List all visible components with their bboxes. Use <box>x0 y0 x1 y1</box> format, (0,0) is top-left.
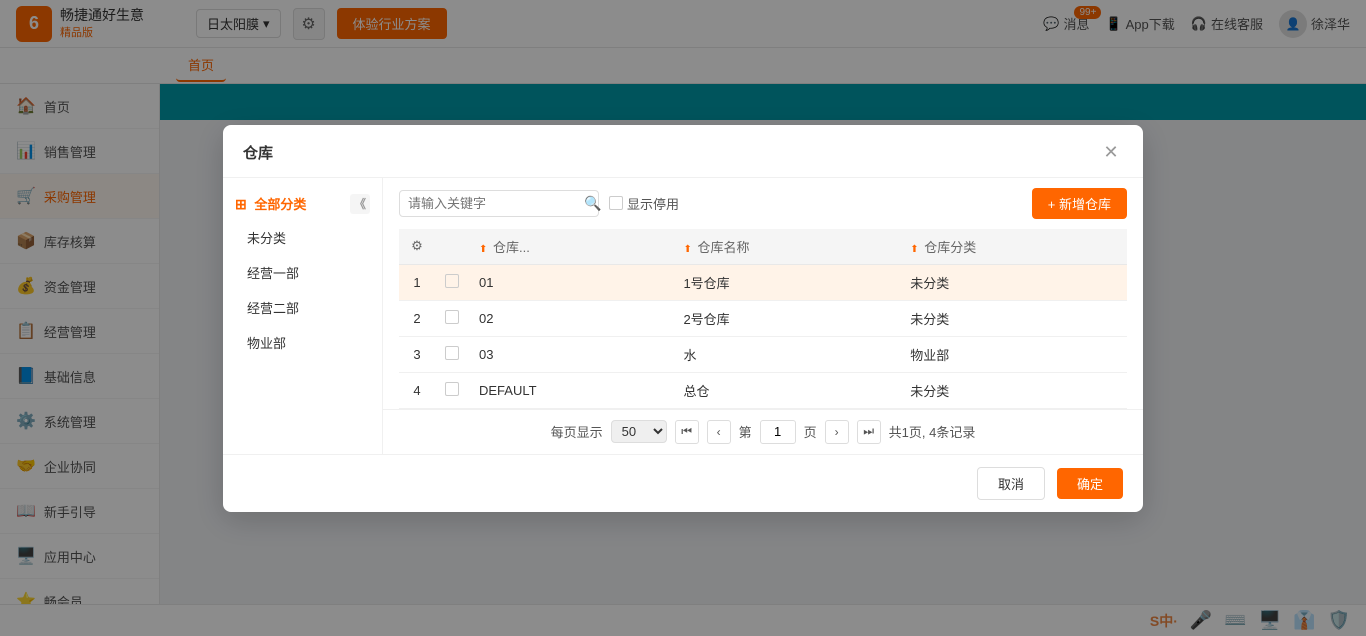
sort-icon-cat: ⬆ <box>910 244 918 255</box>
prev-page-button[interactable]: ‹ <box>707 420 731 444</box>
th-checkbox <box>435 229 469 265</box>
th-category: ⬆ 仓库分类 <box>900 229 1127 265</box>
td-name: 2号仓库 <box>673 300 900 336</box>
sort-icon-code: ⬆ <box>479 244 487 255</box>
row-checkbox[interactable] <box>445 346 459 360</box>
warehouse-dialog: 仓库 ✕ ⊞ 全部分类 《 未分类 经营一部 <box>223 125 1143 512</box>
add-warehouse-button[interactable]: + 新增仓库 <box>1032 188 1127 219</box>
total-label: 共1页, 4条记录 <box>889 422 976 441</box>
td-code: 03 <box>469 336 673 372</box>
td-checkbox[interactable] <box>435 264 469 300</box>
table-row[interactable]: 3 03 水 物业部 <box>399 336 1127 372</box>
table-panel: 🔍 显示停用 + 新增仓库 ⚙ <box>383 178 1143 454</box>
td-row-num: 4 <box>399 372 435 408</box>
td-checkbox[interactable] <box>435 300 469 336</box>
td-name: 水 <box>673 336 900 372</box>
grid-icon: ⊞ <box>235 196 247 212</box>
td-category: 未分类 <box>900 300 1127 336</box>
row-checkbox[interactable] <box>445 274 459 288</box>
search-wrap[interactable]: 🔍 <box>399 190 599 217</box>
page-input[interactable] <box>760 420 796 444</box>
dialog-body: ⊞ 全部分类 《 未分类 经营一部 经营二部 物业部 <box>223 178 1143 454</box>
th-name: ⬆ 仓库名称 <box>673 229 900 265</box>
td-row-num: 2 <box>399 300 435 336</box>
warehouse-table: ⚙ ⬆ 仓库... ⬆ 仓库名称 <box>383 229 1143 409</box>
cancel-button[interactable]: 取消 <box>977 467 1045 500</box>
th-code: ⬆ 仓库... <box>469 229 673 265</box>
th-gear: ⚙ <box>399 229 435 265</box>
all-category-header[interactable]: ⊞ 全部分类 《 <box>223 188 382 220</box>
sort-icon-name: ⬆ <box>683 244 691 255</box>
per-page-label: 每页显示 <box>551 422 603 441</box>
pagination: 每页显示 50 100 200 ⏮ ‹ 第 页 › ⏭ 共1页, 4条记录 <box>383 409 1143 454</box>
td-category: 物业部 <box>900 336 1127 372</box>
next-page-button[interactable]: › <box>825 420 849 444</box>
table-toolbar: 🔍 显示停用 + 新增仓库 <box>383 178 1143 229</box>
category-item-1[interactable]: 经营一部 <box>223 255 382 290</box>
td-category: 未分类 <box>900 372 1127 408</box>
per-page-select[interactable]: 50 100 200 <box>611 420 667 443</box>
dialog-footer: 取消 确定 <box>223 454 1143 512</box>
table-row[interactable]: 2 02 2号仓库 未分类 <box>399 300 1127 336</box>
show-disabled-checkbox[interactable] <box>609 196 623 210</box>
first-page-button[interactable]: ⏮ <box>675 420 699 444</box>
table-row[interactable]: 1 01 1号仓库 未分类 <box>399 264 1127 300</box>
td-checkbox[interactable] <box>435 336 469 372</box>
collapse-button[interactable]: 《 <box>350 194 370 214</box>
td-name: 1号仓库 <box>673 264 900 300</box>
table-header-row: ⚙ ⬆ 仓库... ⬆ 仓库名称 <box>399 229 1127 265</box>
category-item-0[interactable]: 未分类 <box>223 220 382 255</box>
td-category: 未分类 <box>900 264 1127 300</box>
show-disabled-toggle[interactable]: 显示停用 <box>609 194 679 213</box>
category-panel: ⊞ 全部分类 《 未分类 经营一部 经营二部 物业部 <box>223 178 383 454</box>
td-code: 01 <box>469 264 673 300</box>
category-item-3[interactable]: 物业部 <box>223 325 382 360</box>
td-checkbox[interactable] <box>435 372 469 408</box>
page-label: 第 <box>739 422 752 441</box>
td-row-num: 3 <box>399 336 435 372</box>
row-checkbox[interactable] <box>445 382 459 396</box>
page-end-label: 页 <box>804 422 817 441</box>
confirm-button[interactable]: 确定 <box>1057 468 1123 499</box>
dialog-title: 仓库 <box>243 142 273 163</box>
close-button[interactable]: ✕ <box>1099 141 1123 165</box>
last-page-button[interactable]: ⏭ <box>857 420 881 444</box>
dialog-header: 仓库 ✕ <box>223 125 1143 178</box>
table-row[interactable]: 4 DEFAULT 总仓 未分类 <box>399 372 1127 408</box>
overlay: 仓库 ✕ ⊞ 全部分类 《 未分类 经营一部 <box>0 0 1366 636</box>
search-input[interactable] <box>408 196 584 211</box>
show-disabled-label: 显示停用 <box>627 194 679 213</box>
td-name: 总仓 <box>673 372 900 408</box>
search-icon: 🔍 <box>584 195 601 212</box>
category-item-2[interactable]: 经营二部 <box>223 290 382 325</box>
td-row-num: 1 <box>399 264 435 300</box>
td-code: 02 <box>469 300 673 336</box>
td-code: DEFAULT <box>469 372 673 408</box>
all-category-label: 全部分类 <box>254 197 306 212</box>
row-checkbox[interactable] <box>445 310 459 324</box>
